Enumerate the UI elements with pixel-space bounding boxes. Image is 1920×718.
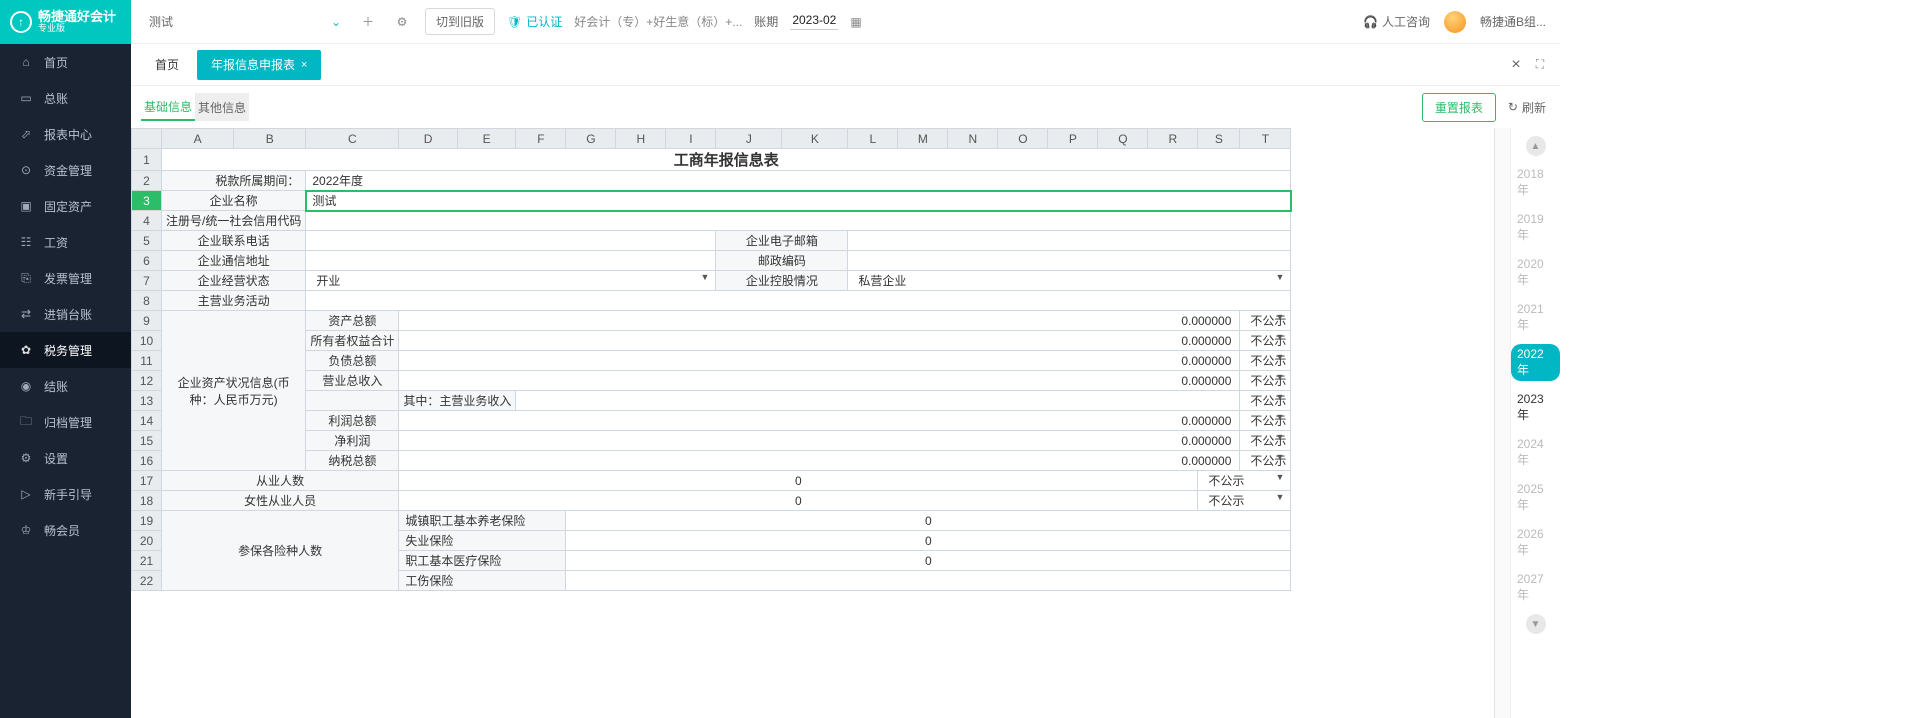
- col-header[interactable]: D: [399, 129, 458, 149]
- refresh-icon: ↻: [1508, 100, 1518, 114]
- year-2021年[interactable]: 2021年: [1511, 299, 1560, 336]
- nav-icon: ⚙: [18, 450, 34, 466]
- nav-畅会员[interactable]: ♔畅会员: [0, 512, 131, 548]
- nav-税务管理[interactable]: ✿税务管理: [0, 332, 131, 368]
- shield-icon: 🛡: [507, 15, 522, 29]
- reset-report-button[interactable]: 重置报表: [1422, 93, 1496, 122]
- year-2019年[interactable]: 2019年: [1511, 209, 1560, 246]
- close-tab-icon[interactable]: ×: [301, 59, 307, 71]
- col-header[interactable]: Q: [1098, 129, 1148, 149]
- col-header[interactable]: B: [234, 129, 306, 149]
- tab-首页[interactable]: 首页: [141, 50, 193, 80]
- company-select[interactable]: 测试 ⌄: [145, 8, 345, 36]
- logo-icon: [10, 11, 32, 33]
- nav-icon: ⇄: [18, 306, 34, 322]
- sub-header: 基础信息其他信息 重置报表 ↻ 刷新: [131, 86, 1560, 128]
- consult-button[interactable]: 🎧 人工咨询: [1363, 13, 1430, 30]
- plan-text: 好会计（专）+好生意（标）+...: [574, 13, 742, 30]
- topbar: 测试 ⌄ ＋ ⚙ 切到旧版 🛡 已认证 好会计（专）+好生意（标）+... 账期…: [131, 0, 1560, 44]
- nav-结账[interactable]: ◉结账: [0, 368, 131, 404]
- sidebar: 畅捷通好会计 专业版 ⌂首页▭总账⬀报表中心⊙资金管理▣固定资产☷工资⎘发票管理…: [0, 0, 131, 718]
- col-header[interactable]: P: [1048, 129, 1098, 149]
- nav-发票管理[interactable]: ⎘发票管理: [0, 260, 131, 296]
- avatar[interactable]: [1444, 11, 1466, 33]
- col-header[interactable]: K: [782, 129, 848, 149]
- tab-年报信息申报表[interactable]: 年报信息申报表×: [197, 50, 321, 80]
- col-header[interactable]: R: [1148, 129, 1198, 149]
- year-2022年[interactable]: 2022年: [1511, 344, 1560, 381]
- nav-icon: ◉: [18, 378, 34, 394]
- nav-总账[interactable]: ▭总账: [0, 80, 131, 116]
- period-calendar-icon[interactable]: ▦: [850, 15, 861, 29]
- year-2023年[interactable]: 2023年: [1511, 389, 1560, 426]
- col-header[interactable]: H: [616, 129, 666, 149]
- spreadsheet[interactable]: ABCDEFGHIJKLMNOPQRST1工商年报信息表2税款所属期间：2022…: [131, 128, 1494, 718]
- logo-sub: 专业版: [38, 24, 116, 34]
- refresh-button[interactable]: ↻ 刷新: [1508, 99, 1546, 116]
- nav-报表中心[interactable]: ⬀报表中心: [0, 116, 131, 152]
- nav-icon: ⎘: [18, 270, 34, 286]
- col-header[interactable]: S: [1198, 129, 1240, 149]
- user-name[interactable]: 畅捷通B组...: [1480, 13, 1546, 30]
- tabbar: 首页年报信息申报表× × ⛶: [131, 44, 1560, 86]
- year-down-button[interactable]: ▼: [1526, 614, 1546, 634]
- nav-资金管理[interactable]: ⊙资金管理: [0, 152, 131, 188]
- nav-固定资产[interactable]: ▣固定资产: [0, 188, 131, 224]
- col-header[interactable]: A: [162, 129, 234, 149]
- year-2024年[interactable]: 2024年: [1511, 434, 1560, 471]
- nav-icon: ⬀: [18, 126, 34, 142]
- old-version-button[interactable]: 切到旧版: [425, 8, 495, 35]
- nav-归档管理[interactable]: 🗀归档管理: [0, 404, 131, 440]
- headset-icon: 🎧: [1363, 15, 1378, 29]
- nav-icon: ▣: [18, 198, 34, 214]
- col-header[interactable]: I: [666, 129, 716, 149]
- company-name: 测试: [149, 13, 173, 30]
- verified-badge: 🛡 已认证: [507, 13, 562, 30]
- period-label: 账期: [754, 13, 778, 30]
- nav-icon: ☷: [18, 234, 34, 250]
- fullscreen-icon[interactable]: ⛶: [1530, 55, 1550, 75]
- year-2025年[interactable]: 2025年: [1511, 479, 1560, 516]
- chevron-down-icon: ⌄: [331, 15, 341, 29]
- nav-icon: ⊙: [18, 162, 34, 178]
- year-2027年[interactable]: 2027年: [1511, 569, 1560, 606]
- settings-icon[interactable]: ⚙: [391, 11, 413, 33]
- col-header[interactable]: J: [716, 129, 782, 149]
- period-value[interactable]: 2023-02: [790, 13, 838, 30]
- subtab-其他信息[interactable]: 其他信息: [195, 93, 249, 121]
- col-header[interactable]: E: [457, 129, 516, 149]
- col-header[interactable]: L: [848, 129, 898, 149]
- col-header[interactable]: [132, 129, 162, 149]
- year-up-button[interactable]: ▲: [1526, 136, 1546, 156]
- vertical-scrollbar[interactable]: [1494, 128, 1510, 718]
- logo: 畅捷通好会计 专业版: [0, 0, 131, 44]
- col-header[interactable]: F: [516, 129, 566, 149]
- nav-icon: ⌂: [18, 54, 34, 70]
- col-header[interactable]: C: [306, 129, 399, 149]
- year-2020年[interactable]: 2020年: [1511, 254, 1560, 291]
- nav-工资[interactable]: ☷工资: [0, 224, 131, 260]
- add-company-button[interactable]: ＋: [357, 11, 379, 33]
- year-2018年[interactable]: 2018年: [1511, 164, 1560, 201]
- nav-新手引导[interactable]: ▷新手引导: [0, 476, 131, 512]
- nav-首页[interactable]: ⌂首页: [0, 44, 131, 80]
- year-2026年[interactable]: 2026年: [1511, 524, 1560, 561]
- col-header[interactable]: O: [998, 129, 1048, 149]
- close-all-tabs-button[interactable]: ×: [1506, 55, 1526, 75]
- nav-进销台账[interactable]: ⇄进销台账: [0, 296, 131, 332]
- nav-icon: ▷: [18, 486, 34, 502]
- year-rail: ▲ 2018年 2019年 2020年 2021年 2022年 2023年 2024年 202…: [1510, 128, 1560, 718]
- nav-设置[interactable]: ⚙设置: [0, 440, 131, 476]
- nav-icon: ♔: [18, 522, 34, 538]
- col-header[interactable]: N: [948, 129, 998, 149]
- nav-icon: ✿: [18, 342, 34, 358]
- subtab-基础信息[interactable]: 基础信息: [141, 93, 195, 121]
- col-header[interactable]: M: [898, 129, 948, 149]
- nav-icon: 🗀: [18, 414, 34, 430]
- col-header[interactable]: T: [1240, 129, 1291, 149]
- col-header[interactable]: G: [566, 129, 616, 149]
- nav-icon: ▭: [18, 90, 34, 106]
